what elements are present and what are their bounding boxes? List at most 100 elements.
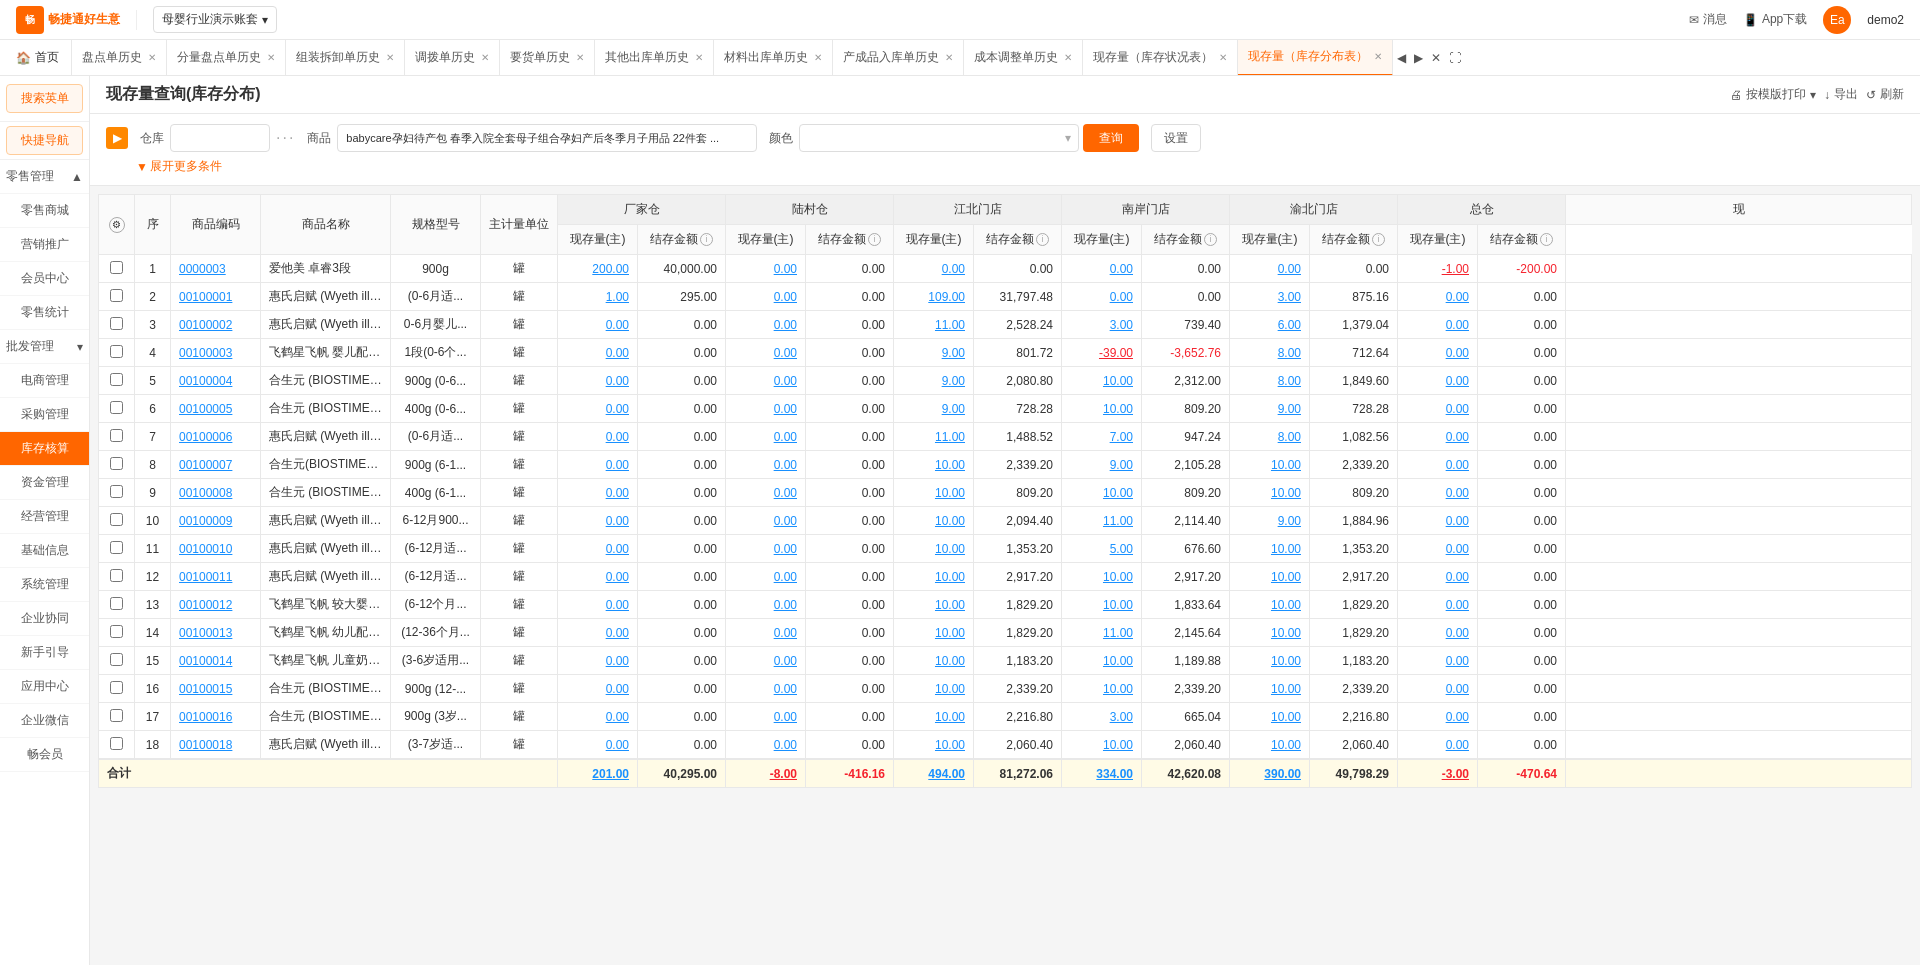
row-tot-qty[interactable]: -1.00 — [1398, 255, 1478, 283]
row-tot-qty[interactable]: 0.00 — [1398, 647, 1478, 675]
row-tot-qty[interactable]: 0.00 — [1398, 619, 1478, 647]
row-check[interactable] — [99, 563, 135, 591]
row-code[interactable]: 00100010 — [171, 535, 261, 563]
row-w1-qty[interactable]: 0.00 — [558, 395, 638, 423]
row-w5-qty[interactable]: 10.00 — [1230, 703, 1310, 731]
tab-close-icon[interactable]: ✕ — [1064, 52, 1072, 63]
quick-nav-btn[interactable]: 快捷导航 — [6, 126, 83, 155]
row-check[interactable] — [99, 367, 135, 395]
tab-close-icon[interactable]: ✕ — [267, 52, 275, 63]
row-tot-qty[interactable]: 0.00 — [1398, 367, 1478, 395]
row-w3-qty[interactable]: 10.00 — [894, 619, 974, 647]
row-w5-qty[interactable]: 10.00 — [1230, 479, 1310, 507]
row-w1-qty[interactable]: 0.00 — [558, 563, 638, 591]
row-tot-qty[interactable]: 0.00 — [1398, 675, 1478, 703]
row-w3-qty[interactable]: 10.00 — [894, 451, 974, 479]
row-w5-qty[interactable]: 10.00 — [1230, 591, 1310, 619]
tab-requisition-history[interactable]: 要货单历史 ✕ — [500, 40, 595, 76]
row-w5-qty[interactable]: 8.00 — [1230, 423, 1310, 451]
row-w3-qty[interactable]: 9.00 — [894, 367, 974, 395]
row-w5-qty[interactable]: 0.00 — [1230, 255, 1310, 283]
info-icon[interactable]: i — [700, 233, 713, 246]
row-check[interactable] — [99, 675, 135, 703]
tab-close-icon[interactable]: ✕ — [481, 52, 489, 63]
sidebar-item-retail-shop[interactable]: 零售商城 — [0, 194, 89, 228]
summary-w2-qty[interactable]: -8.00 — [726, 759, 806, 788]
row-w5-qty[interactable]: 10.00 — [1230, 675, 1310, 703]
tab-adjust-history[interactable]: 调拨单历史 ✕ — [405, 40, 500, 76]
row-w4-qty[interactable]: 10.00 — [1062, 675, 1142, 703]
row-check[interactable] — [99, 451, 135, 479]
row-w4-qty[interactable]: 0.00 — [1062, 255, 1142, 283]
row-w2-qty[interactable]: 0.00 — [726, 367, 806, 395]
row-w4-qty[interactable]: 10.00 — [1062, 367, 1142, 395]
tab-portion-inventory[interactable]: 分量盘点单历史 ✕ — [167, 40, 286, 76]
sidebar-item-marketing[interactable]: 营销推广 — [0, 228, 89, 262]
row-w2-qty[interactable]: 0.00 — [726, 339, 806, 367]
row-w5-qty[interactable]: 10.00 — [1230, 731, 1310, 760]
row-check[interactable] — [99, 339, 135, 367]
sidebar-item-app-center[interactable]: 应用中心 — [0, 670, 89, 704]
row-w3-qty[interactable]: 10.00 — [894, 507, 974, 535]
message-btn[interactable]: ✉ 消息 — [1689, 11, 1727, 28]
info-icon[interactable]: i — [1204, 233, 1217, 246]
row-w2-qty[interactable]: 0.00 — [726, 731, 806, 760]
row-check[interactable] — [99, 395, 135, 423]
sidebar-item-ecommerce-mgmt[interactable]: 电商管理 — [0, 364, 89, 398]
row-code[interactable]: 00100006 — [171, 423, 261, 451]
row-w3-qty[interactable]: 11.00 — [894, 311, 974, 339]
tab-other-out-history[interactable]: 其他出库单历史 ✕ — [595, 40, 714, 76]
tab-close-icon[interactable]: ✕ — [695, 52, 703, 63]
row-w2-qty[interactable]: 0.00 — [726, 395, 806, 423]
row-tot-qty[interactable]: 0.00 — [1398, 339, 1478, 367]
sidebar-item-enterprise-collab[interactable]: 企业协同 — [0, 602, 89, 636]
row-w3-qty[interactable]: 10.00 — [894, 647, 974, 675]
export-btn[interactable]: ↓ 导出 — [1824, 86, 1858, 103]
row-w4-qty[interactable]: 7.00 — [1062, 423, 1142, 451]
sidebar-item-finance-mgmt[interactable]: 资金管理 — [0, 466, 89, 500]
row-tot-qty[interactable]: 0.00 — [1398, 507, 1478, 535]
sidebar-item-wholesale-mgmt[interactable]: 批发管理 ▾ — [0, 330, 89, 364]
row-w3-qty[interactable]: 0.00 — [894, 255, 974, 283]
row-w5-qty[interactable]: 9.00 — [1230, 507, 1310, 535]
row-w1-qty[interactable]: 0.00 — [558, 451, 638, 479]
row-w4-qty[interactable]: 10.00 — [1062, 395, 1142, 423]
row-code[interactable]: 00100013 — [171, 619, 261, 647]
info-icon[interactable]: i — [1036, 233, 1049, 246]
info-icon[interactable]: i — [868, 233, 881, 246]
row-w2-qty[interactable]: 0.00 — [726, 311, 806, 339]
row-code[interactable]: 00100004 — [171, 367, 261, 395]
row-w2-qty[interactable]: 0.00 — [726, 479, 806, 507]
summary-w5-qty[interactable]: 390.00 — [1230, 759, 1310, 788]
avatar[interactable]: Ea — [1823, 6, 1851, 34]
row-check[interactable] — [99, 423, 135, 451]
row-w3-qty[interactable]: 9.00 — [894, 395, 974, 423]
row-code[interactable]: 00100012 — [171, 591, 261, 619]
summary-tot-qty[interactable]: -3.00 — [1398, 759, 1478, 788]
row-check[interactable] — [99, 731, 135, 760]
sidebar-item-retail-stats[interactable]: 零售统计 — [0, 296, 89, 330]
row-tot-qty[interactable]: 0.00 — [1398, 451, 1478, 479]
row-w2-qty[interactable]: 0.00 — [726, 647, 806, 675]
row-w4-qty[interactable]: 10.00 — [1062, 647, 1142, 675]
tab-stock-status[interactable]: 现存量（库存状况表） ✕ — [1083, 40, 1238, 76]
row-code[interactable]: 00100015 — [171, 675, 261, 703]
row-tot-qty[interactable]: 0.00 — [1398, 731, 1478, 760]
row-w1-qty[interactable]: 0.00 — [558, 591, 638, 619]
row-w5-qty[interactable]: 10.00 — [1230, 451, 1310, 479]
row-w1-qty[interactable]: 0.00 — [558, 507, 638, 535]
tab-home[interactable]: 🏠 首页 — [4, 40, 72, 76]
row-w5-qty[interactable]: 10.00 — [1230, 563, 1310, 591]
sidebar-item-vip-member[interactable]: 畅会员 — [0, 738, 89, 772]
tab-expand-btn[interactable]: ⛶ — [1445, 51, 1465, 65]
sidebar-item-purchase-mgmt[interactable]: 采购管理 — [0, 398, 89, 432]
tab-next-btn[interactable]: ▶ — [1410, 51, 1427, 65]
expand-conditions-btn[interactable]: ▼ 展开更多条件 — [136, 158, 1904, 175]
sidebar-item-ops-mgmt[interactable]: 经营管理 — [0, 500, 89, 534]
row-w1-qty[interactable]: 0.00 — [558, 647, 638, 675]
row-w3-qty[interactable]: 10.00 — [894, 535, 974, 563]
row-check[interactable] — [99, 283, 135, 311]
product-input[interactable] — [337, 124, 757, 152]
row-w1-qty[interactable]: 0.00 — [558, 731, 638, 760]
row-w4-qty[interactable]: 0.00 — [1062, 283, 1142, 311]
